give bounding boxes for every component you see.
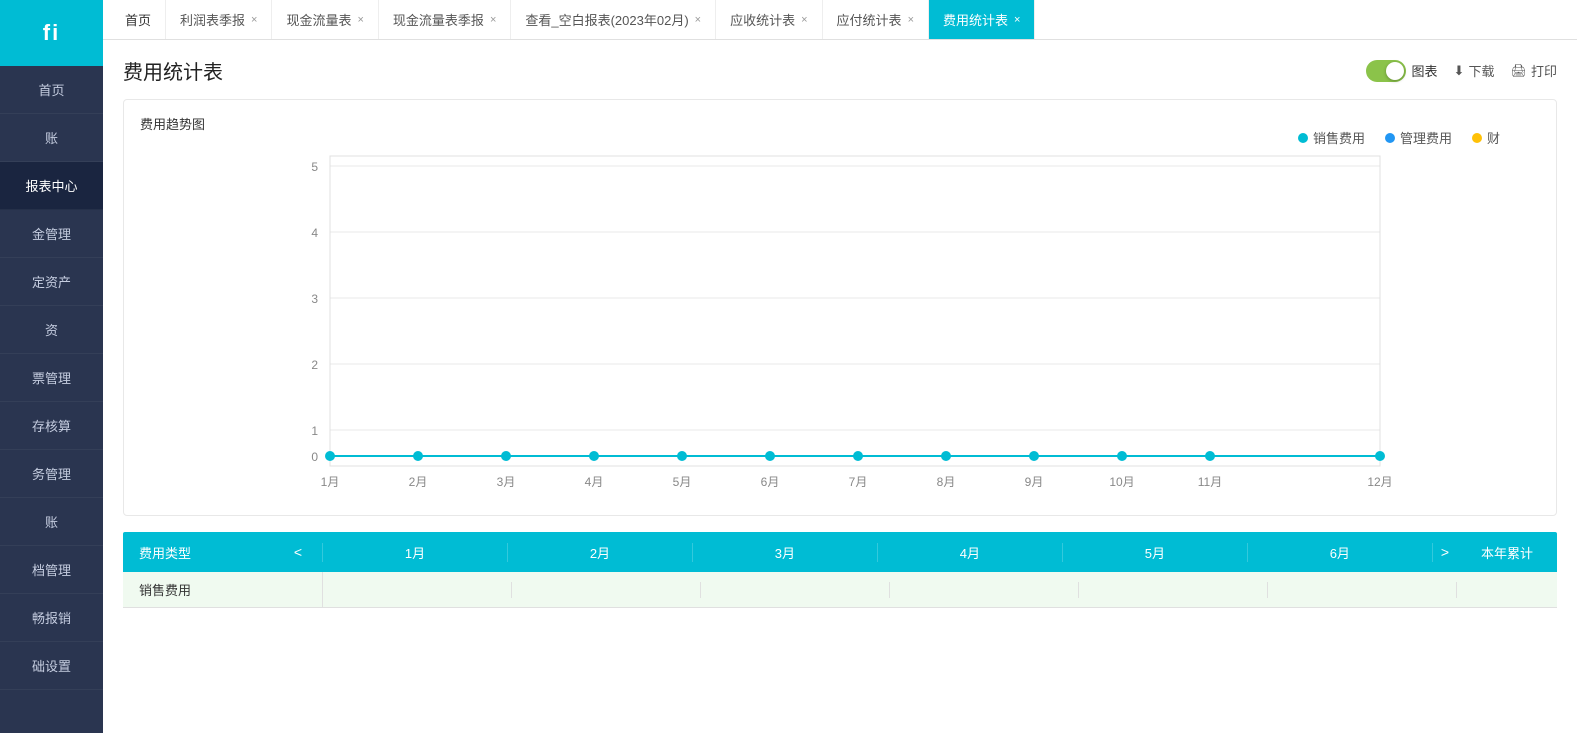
- tab-cashflow[interactable]: 现金流量表 ×: [272, 0, 378, 40]
- svg-text:6月: 6月: [761, 475, 780, 489]
- col-month-1: 1月: [323, 543, 508, 562]
- cell-mar: [701, 582, 890, 598]
- sidebar-item-home[interactable]: 首页: [0, 66, 103, 114]
- sidebar-item-inventory[interactable]: 存核算: [0, 402, 103, 450]
- chart-container: 费用趋势图 销售费用 管理费用 财: [123, 99, 1557, 516]
- page-content: 费用统计表 图表 ⬇ 下载 🖨 打印: [103, 40, 1577, 733]
- chart-toggle-wrap: 图表: [1366, 60, 1438, 82]
- tab-profit-quarterly[interactable]: 利润表季报 ×: [166, 0, 272, 40]
- sidebar-item-expense[interactable]: 畅报销: [0, 594, 103, 642]
- data-table-section: 费用类型 < 1月 2月 3月 4月 5月 6月 > 本年累计 销售费用: [123, 532, 1557, 608]
- close-icon[interactable]: ×: [251, 14, 257, 26]
- svg-text:4: 4: [311, 226, 318, 240]
- sidebar-item-ledger[interactable]: 账: [0, 498, 103, 546]
- table-header: 费用类型 < 1月 2月 3月 4月 5月 6月 > 本年累计: [123, 532, 1557, 572]
- sidebar-item-invoice[interactable]: 票管理: [0, 354, 103, 402]
- table-row: 销售费用: [123, 572, 1557, 608]
- chart-legend: 销售费用 管理费用 财: [1298, 128, 1500, 147]
- cell-jan: [323, 582, 512, 598]
- trend-chart: 5 4 3 2 1 0: [140, 141, 1540, 501]
- tab-home[interactable]: 首页: [111, 0, 166, 40]
- download-icon: ⬇: [1454, 63, 1465, 79]
- legend-admin: 管理费用: [1385, 128, 1452, 147]
- tab-blank-report[interactable]: 查看_空白报表(2023年02月) ×: [511, 0, 716, 40]
- sidebar-item-cash[interactable]: 金管理: [0, 210, 103, 258]
- page-title: 费用统计表: [123, 56, 223, 85]
- chart-toggle[interactable]: [1366, 60, 1406, 82]
- svg-text:2月: 2月: [409, 475, 428, 489]
- tab-expense-stats[interactable]: 费用统计表 ×: [929, 0, 1035, 40]
- cell-jun: [1268, 582, 1457, 598]
- col-type-header: 费用类型 <: [123, 543, 323, 562]
- close-icon[interactable]: ×: [908, 14, 914, 26]
- svg-text:11月: 11月: [1198, 475, 1222, 489]
- sidebar-item-account[interactable]: 账: [0, 114, 103, 162]
- cell-feb: [512, 582, 701, 598]
- close-icon[interactable]: ×: [490, 14, 496, 26]
- sidebar-item-archive[interactable]: 档管理: [0, 546, 103, 594]
- legend-sales: 销售费用: [1298, 128, 1365, 147]
- sidebar-item-settings[interactable]: 础设置: [0, 642, 103, 690]
- main-area: 首页 利润表季报 × 现金流量表 × 现金流量表季报 × 查看_空白报表(202…: [103, 0, 1577, 733]
- svg-text:12月: 12月: [1367, 475, 1392, 489]
- svg-text:3月: 3月: [497, 475, 516, 489]
- close-icon[interactable]: ×: [801, 14, 807, 26]
- page-header: 费用统计表 图表 ⬇ 下载 🖨 打印: [123, 56, 1557, 85]
- col-month-2: 2月: [508, 543, 693, 562]
- col-month-5: 5月: [1063, 543, 1248, 562]
- svg-text:9月: 9月: [1025, 475, 1044, 489]
- next-months-arrow[interactable]: >: [1433, 544, 1457, 560]
- close-icon[interactable]: ×: [1014, 14, 1020, 26]
- tab-payable[interactable]: 应付统计表 ×: [823, 0, 929, 40]
- col-month-4: 4月: [878, 543, 1063, 562]
- svg-text:1月: 1月: [321, 475, 340, 489]
- tab-receivable[interactable]: 应收统计表 ×: [716, 0, 822, 40]
- page-actions: 图表 ⬇ 下载 🖨 打印: [1366, 60, 1557, 82]
- sidebar-logo: fi: [0, 0, 103, 66]
- svg-text:5月: 5月: [673, 475, 692, 489]
- cell-apr: [890, 582, 1079, 598]
- cell-type: 销售费用: [123, 572, 323, 607]
- svg-text:7月: 7月: [849, 475, 868, 489]
- cell-total: [1457, 582, 1557, 598]
- close-icon[interactable]: ×: [357, 14, 363, 26]
- legend-dot-admin: [1385, 133, 1395, 143]
- legend-dot-sales: [1298, 133, 1308, 143]
- col-total-header: 本年累计: [1457, 543, 1557, 562]
- toggle-label: 图表: [1412, 61, 1438, 80]
- sidebar: fi 首页 账 报表中心 金管理 定资产 资 票管理 存核算 务管理 账 档管理…: [0, 0, 103, 733]
- sidebar-item-reports[interactable]: 报表中心: [0, 162, 103, 210]
- toggle-knob: [1386, 62, 1404, 80]
- svg-text:0: 0: [311, 450, 318, 464]
- svg-text:4月: 4月: [585, 475, 604, 489]
- sidebar-item-assets[interactable]: 定资产: [0, 258, 103, 306]
- svg-text:1: 1: [311, 424, 318, 438]
- svg-text:3: 3: [311, 292, 318, 306]
- svg-text:5: 5: [311, 160, 318, 174]
- svg-text:10月: 10月: [1109, 475, 1134, 489]
- col-month-6: 6月: [1248, 543, 1433, 562]
- sidebar-item-service[interactable]: 务管理: [0, 450, 103, 498]
- col-month-3: 3月: [693, 543, 878, 562]
- cell-may: [1079, 582, 1268, 598]
- legend-finance: 财: [1472, 128, 1500, 147]
- tab-cashflow-quarterly[interactable]: 现金流量表季报 ×: [379, 0, 511, 40]
- close-icon[interactable]: ×: [695, 14, 701, 26]
- print-icon: 🖨: [1510, 63, 1527, 79]
- sidebar-item-capital[interactable]: 资: [0, 306, 103, 354]
- svg-text:8月: 8月: [937, 475, 956, 489]
- download-button[interactable]: ⬇ 下载: [1454, 61, 1495, 80]
- tab-bar: 首页 利润表季报 × 现金流量表 × 现金流量表季报 × 查看_空白报表(202…: [103, 0, 1577, 40]
- prev-months-arrow[interactable]: <: [290, 544, 306, 560]
- svg-text:2: 2: [311, 358, 318, 372]
- legend-dot-finance: [1472, 133, 1482, 143]
- print-button[interactable]: 🖨 打印: [1510, 61, 1557, 80]
